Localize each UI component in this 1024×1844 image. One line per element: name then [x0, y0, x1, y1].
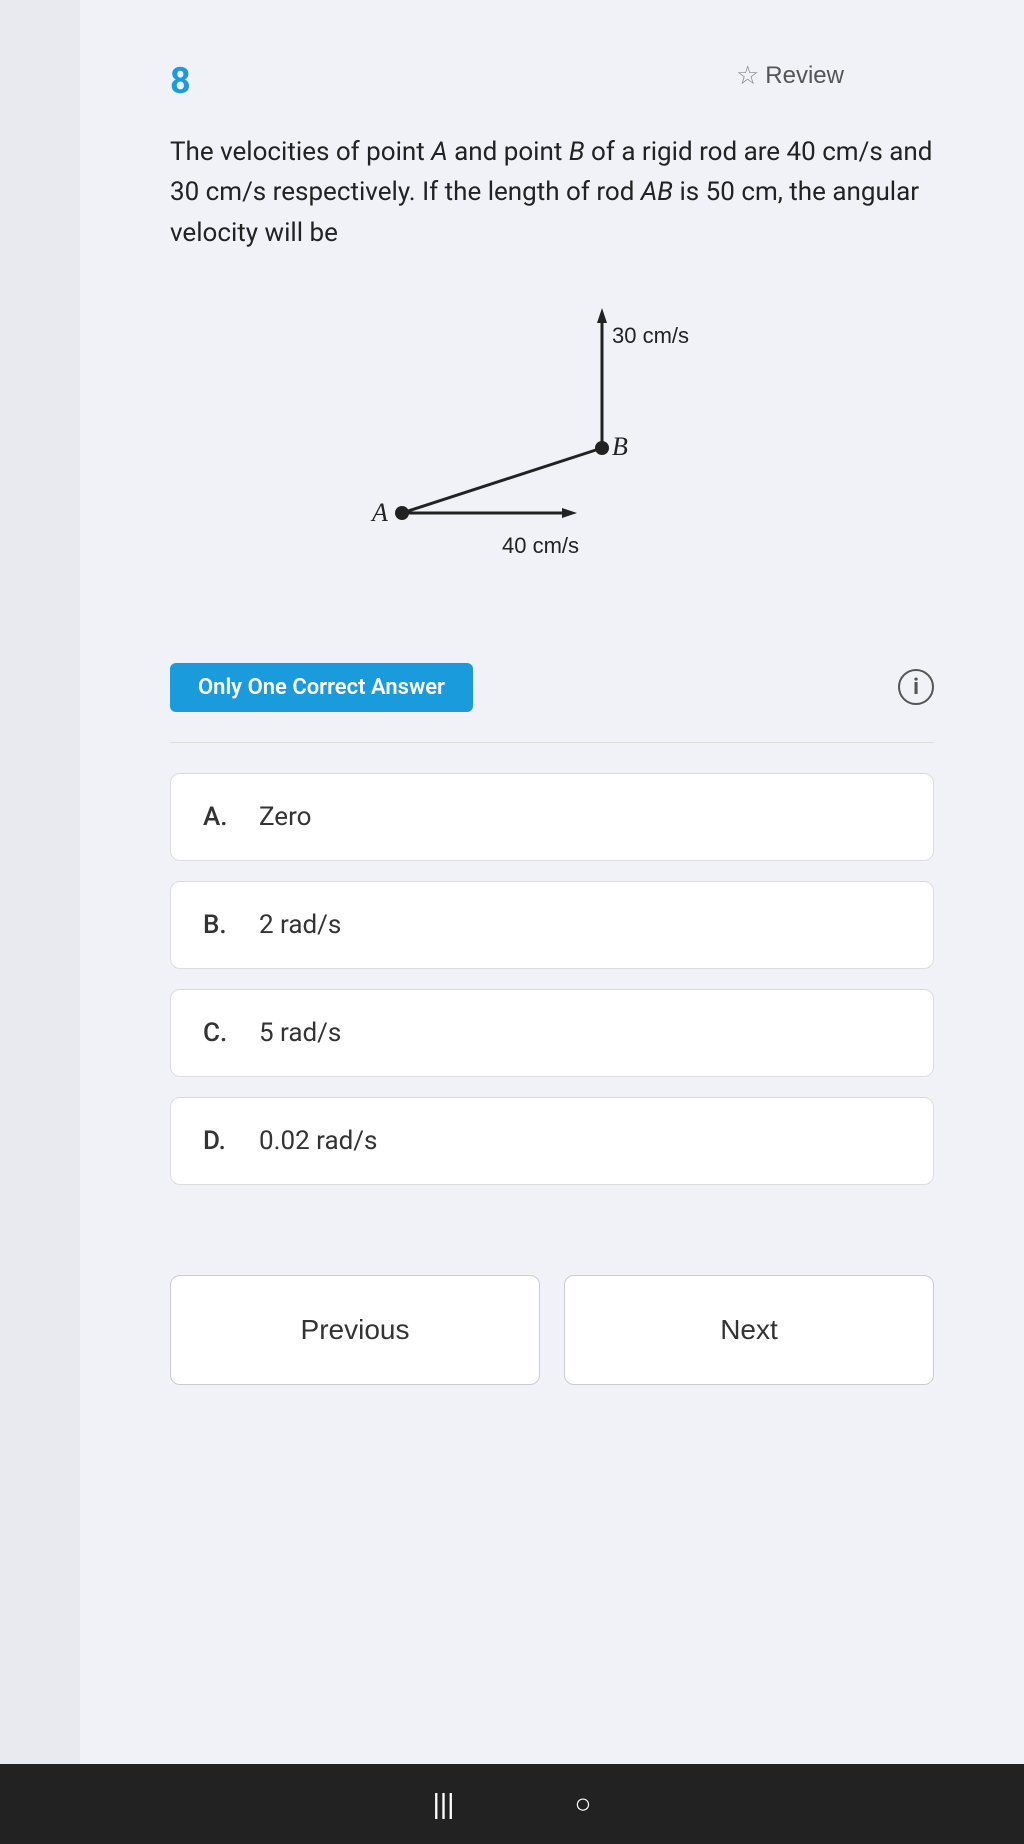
answer-type-badge: Only One Correct Answer	[170, 663, 473, 712]
option-c-text: 5 rad/s	[259, 1018, 341, 1048]
option-d-text: 0.02 rad/s	[259, 1126, 377, 1156]
review-button[interactable]: ☆ Review	[736, 60, 844, 91]
option-b-text: 2 rad/s	[259, 910, 341, 940]
divider	[170, 742, 934, 743]
previous-button[interactable]: Previous	[170, 1275, 540, 1385]
svg-text:A: A	[370, 498, 388, 527]
option-c[interactable]: C. 5 rad/s	[170, 989, 934, 1077]
menu-button[interactable]: |||	[433, 1788, 455, 1820]
option-d-label: D.	[203, 1126, 239, 1156]
info-symbol: i	[913, 675, 919, 700]
review-label: Review	[765, 62, 844, 90]
option-a-text: Zero	[259, 802, 311, 832]
option-b-label: B.	[203, 910, 239, 940]
star-icon: ☆	[736, 60, 759, 91]
answer-type-row: Only One Correct Answer i	[170, 663, 934, 712]
home-icon: ○	[574, 1788, 591, 1819]
system-bar: ||| ○	[0, 1764, 1024, 1844]
option-a-label: A.	[203, 802, 239, 832]
svg-text:30 cm/s: 30 cm/s	[612, 323, 689, 348]
info-icon[interactable]: i	[898, 669, 934, 705]
menu-icon: |||	[433, 1788, 455, 1819]
svg-text:40 cm/s: 40 cm/s	[502, 533, 579, 558]
sidebar-left	[0, 0, 80, 1764]
bottom-nav: Previous Next	[80, 1245, 1024, 1415]
diagram-container: A 40 cm/s B 30 cm/s	[170, 283, 934, 623]
home-button[interactable]: ○	[574, 1788, 591, 1820]
option-d[interactable]: D. 0.02 rad/s	[170, 1097, 934, 1185]
diagram-svg: A 40 cm/s B 30 cm/s	[342, 283, 762, 623]
next-button[interactable]: Next	[564, 1275, 934, 1385]
svg-text:B: B	[612, 432, 628, 461]
content-area: 8 ☆ Review The velocities of point A and…	[80, 0, 1024, 1245]
question-text: The velocities of point A and point B of…	[170, 132, 934, 253]
options-list: A. Zero B. 2 rad/s C. 5 rad/s D. 0.02 ra…	[170, 773, 934, 1185]
option-c-label: C.	[203, 1018, 239, 1048]
phone-container: 8 ☆ Review The velocities of point A and…	[0, 0, 1024, 1844]
option-a[interactable]: A. Zero	[170, 773, 934, 861]
option-b[interactable]: B. 2 rad/s	[170, 881, 934, 969]
